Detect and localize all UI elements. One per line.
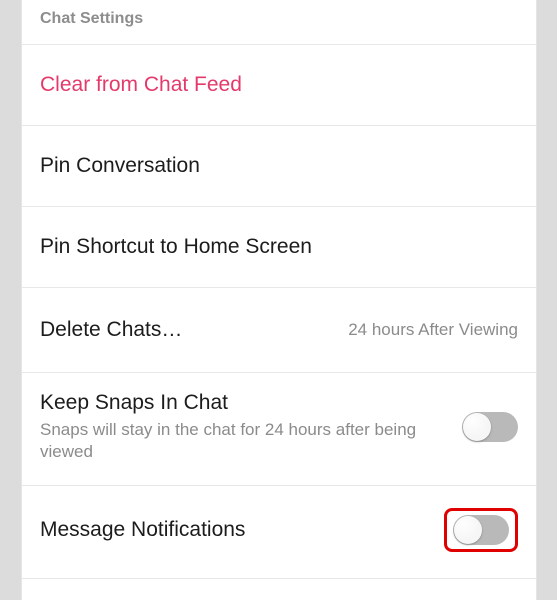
toggle-message-notifications[interactable] bbox=[453, 515, 509, 545]
row-title: Keep Snaps In Chat bbox=[40, 391, 448, 415]
row-title: Message Notifications bbox=[40, 518, 430, 542]
row-value: 24 hours After Viewing bbox=[348, 320, 518, 340]
row-pin-shortcut-home[interactable]: Pin Shortcut to Home Screen bbox=[22, 206, 536, 287]
section-header-chat-settings: Chat Settings bbox=[22, 0, 536, 44]
row-title: Pin Shortcut to Home Screen bbox=[40, 235, 518, 259]
section-header-label: Chat Settings bbox=[40, 10, 143, 27]
row-left: Delete Chats… bbox=[40, 318, 334, 342]
row-title: Clear from Chat Feed bbox=[40, 73, 518, 97]
row-left: Pin Shortcut to Home Screen bbox=[40, 235, 518, 259]
row-title: Delete Chats… bbox=[40, 318, 334, 342]
row-left: Pin Conversation bbox=[40, 154, 518, 178]
annotation-highlight bbox=[444, 508, 518, 552]
toggle-knob bbox=[454, 516, 482, 544]
row-delete-chats[interactable]: Delete Chats… 24 hours After Viewing bbox=[22, 287, 536, 372]
row-left: Keep Snaps In Chat Snaps will stay in th… bbox=[40, 391, 448, 463]
row-left: Clear from Chat Feed bbox=[40, 73, 518, 97]
row-clear-from-chat-feed[interactable]: Clear from Chat Feed bbox=[22, 44, 536, 125]
toggle-knob bbox=[463, 413, 491, 441]
row-subtitle: Snaps will stay in the chat for 24 hours… bbox=[40, 419, 448, 463]
row-keep-snaps-in-chat: Keep Snaps In Chat Snaps will stay in th… bbox=[22, 372, 536, 485]
row-pin-conversation[interactable]: Pin Conversation bbox=[22, 125, 536, 206]
row-message-notifications: Message Notifications bbox=[22, 485, 536, 579]
row-title: Pin Conversation bbox=[40, 154, 518, 178]
settings-sheet: Chat Settings Clear from Chat Feed Pin C… bbox=[21, 0, 537, 600]
toggle-keep-snaps[interactable] bbox=[462, 412, 518, 442]
row-left: Message Notifications bbox=[40, 518, 430, 542]
